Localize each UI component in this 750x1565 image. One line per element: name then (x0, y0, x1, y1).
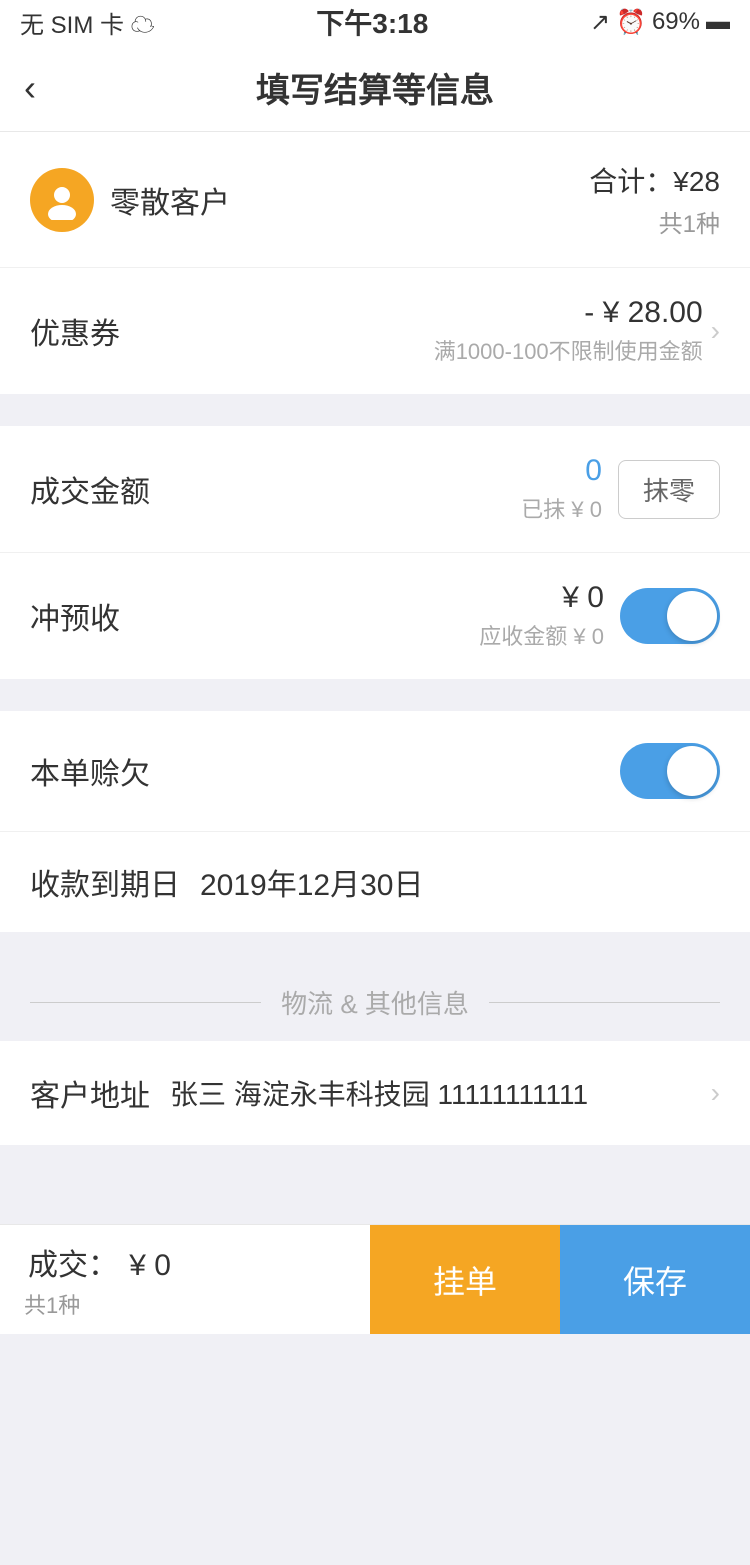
logistics-header: 物流 & 其他信息 (0, 964, 750, 1041)
content: 零散客户 合计：¥28 共1种 优惠券 - ¥ 28.00 满1000-100不… (0, 132, 750, 1565)
sim-status: 无 SIM 卡 ☁ (20, 5, 155, 40)
separator-3 (0, 948, 750, 964)
logistics-title: 物流 & 其他信息 (281, 984, 469, 1021)
status-right: ↗ ⏰ 69% ▬ (590, 8, 730, 37)
customer-left: 零散客户 (30, 168, 230, 232)
due-date-row: 收款到期日 2019年12月30日 (0, 831, 750, 932)
deal-section: 成交金额 0 已抹 ¥ 0 抹零 冲预收 ¥ 0 应收金额 ¥ 0 (0, 426, 750, 679)
already-rounded: 已抹 ¥ 0 (521, 492, 602, 524)
customer-right: 合计：¥28 共1种 (589, 160, 720, 239)
logistics-line-left (30, 1002, 261, 1003)
total-count: 共1种 (589, 204, 720, 239)
coupon-info: - ¥ 28.00 满1000-100不限制使用金额 (434, 296, 703, 366)
status-left: 无 SIM 卡 ☁ (20, 5, 155, 40)
suspend-button[interactable]: 挂单 (370, 1225, 560, 1334)
address-label: 客户地址 (30, 1071, 150, 1115)
prepayment-label: 冲预收 (30, 594, 120, 638)
address-row[interactable]: 客户地址 张三 海淀永丰科技园 11111111111 › (0, 1041, 750, 1145)
status-time: 下午3:18 (316, 2, 428, 42)
location-icon: ↗ (590, 8, 610, 37)
prepayment-right: ¥ 0 应收金额 ¥ 0 (479, 581, 720, 651)
status-bar: 无 SIM 卡 ☁ 下午3:18 ↗ ⏰ 69% ▬ (0, 0, 750, 44)
debt-toggle-knob (667, 746, 717, 796)
page-title: 填写结算等信息 (256, 63, 494, 112)
coupon-desc: 满1000-100不限制使用金额 (434, 334, 703, 366)
coupon-chevron-icon: › (711, 315, 720, 347)
coupon-right: - ¥ 28.00 满1000-100不限制使用金额 › (434, 296, 720, 366)
customer-row: 零散客户 合计：¥28 共1种 (0, 132, 750, 267)
separator-1 (0, 410, 750, 426)
deal-amount-right: 0 已抹 ¥ 0 抹零 (521, 454, 720, 524)
separator-2 (0, 695, 750, 711)
bottom-deal-text: 成交： (28, 1249, 118, 1282)
debt-section: 本单赊欠 收款到期日 2019年12月30日 (0, 711, 750, 932)
prepayment-row: 冲预收 ¥ 0 应收金额 ¥ 0 (0, 553, 750, 679)
customer-section: 零散客户 合计：¥28 共1种 优惠券 - ¥ 28.00 满1000-100不… (0, 132, 750, 394)
logistics-line-right (489, 1002, 720, 1003)
debt-toggle[interactable] (620, 743, 720, 799)
bottom-deal-amount: ¥ 0 (129, 1249, 171, 1282)
nav-bar: ‹ 填写结算等信息 (0, 44, 750, 132)
battery-icon: ▬ (706, 8, 730, 36)
coupon-discount: - ¥ 28.00 (434, 296, 703, 330)
deal-amount-info: 0 已抹 ¥ 0 (521, 454, 602, 524)
customer-name: 零散客户 (110, 178, 230, 222)
due-date-value: 2019年12月30日 (200, 860, 423, 904)
save-button[interactable]: 保存 (560, 1225, 750, 1334)
customer-avatar (30, 168, 94, 232)
back-button[interactable]: ‹ (24, 67, 36, 109)
prepayment-toggle[interactable] (620, 588, 720, 644)
address-value: 张三 海淀永丰科技园 11111111111 (170, 1073, 711, 1113)
deal-amount-value: 0 (521, 454, 602, 488)
deal-amount-label: 成交金额 (30, 467, 150, 511)
address-chevron-icon: › (711, 1077, 720, 1109)
battery-level: 69% (652, 8, 700, 36)
prepayment-info: ¥ 0 应收金额 ¥ 0 (479, 581, 604, 651)
bottom-count: 共1种 (24, 1288, 346, 1320)
bottom-info: 成交： ¥ 0 共1种 (0, 1225, 370, 1334)
prepayment-amount: ¥ 0 (479, 581, 604, 615)
debt-row: 本单赊欠 (0, 711, 750, 831)
bottom-bar: 成交： ¥ 0 共1种 挂单 保存 (0, 1224, 750, 1334)
coupon-row[interactable]: 优惠券 - ¥ 28.00 满1000-100不限制使用金额 › (0, 267, 750, 394)
due-date-label: 收款到期日 (30, 860, 180, 904)
toggle-knob (667, 591, 717, 641)
receivable-amount: 应收金额 ¥ 0 (479, 619, 604, 651)
debt-label: 本单赊欠 (30, 749, 150, 793)
alarm-icon: ⏰ (616, 8, 646, 37)
deal-amount-row: 成交金额 0 已抹 ¥ 0 抹零 (0, 426, 750, 553)
coupon-label: 优惠券 (30, 309, 120, 353)
bottom-deal-label: 成交： ¥ 0 (24, 1240, 346, 1284)
total-amount: 合计：¥28 (589, 160, 720, 200)
round-button[interactable]: 抹零 (618, 460, 720, 519)
